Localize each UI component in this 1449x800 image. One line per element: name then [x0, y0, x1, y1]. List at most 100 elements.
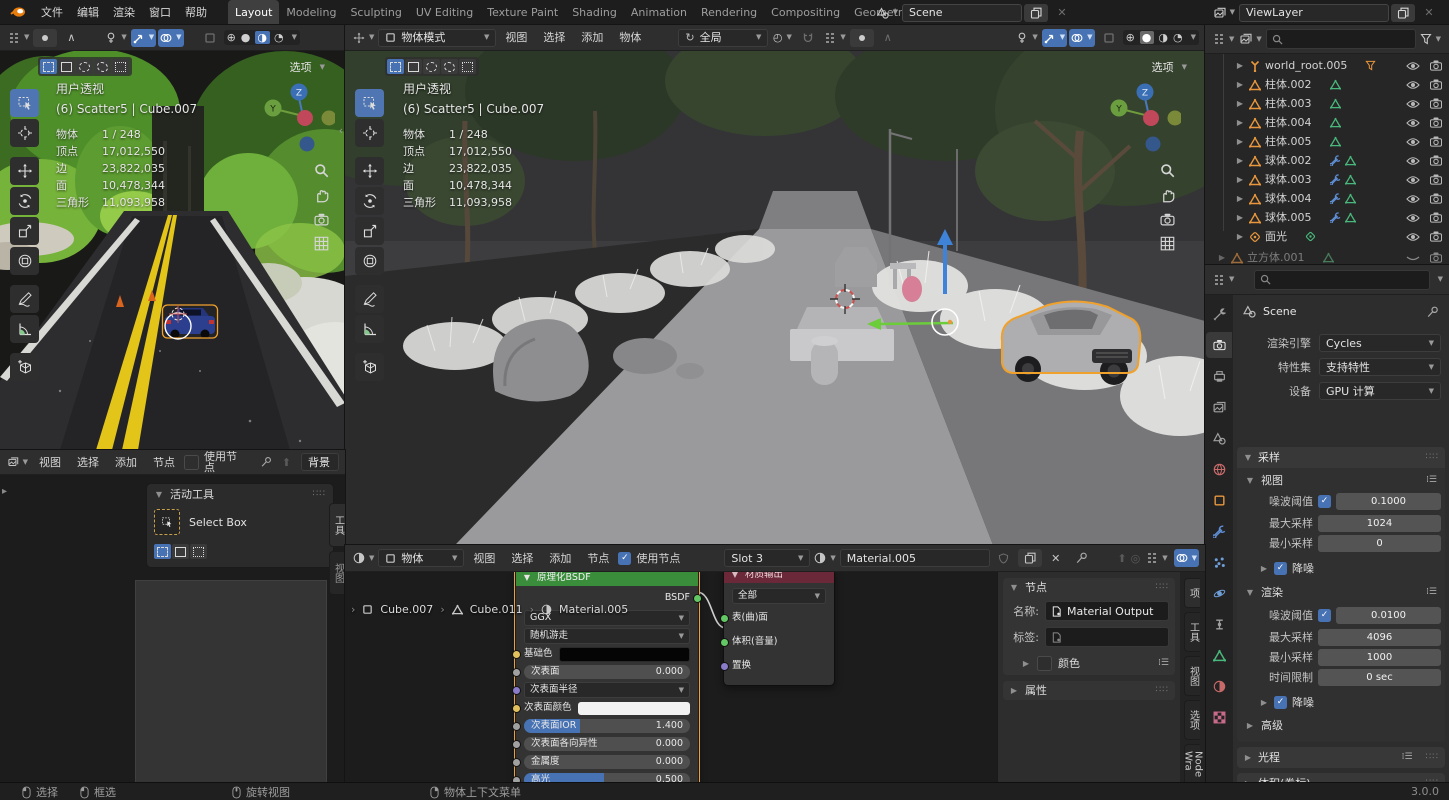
shading-wireframe-icon[interactable]: ⊕	[1126, 32, 1136, 43]
tab-output[interactable]	[1206, 363, 1232, 389]
material-output-node[interactable]: ▼ 材质输出 全部 ▼ 表(曲)面 体积(音量) 置换	[720, 572, 835, 686]
shading-material-icon[interactable]: ◑	[1158, 32, 1169, 43]
viewlayer-delete-icon[interactable]: ✕	[1417, 4, 1441, 22]
select-box-tool-icon[interactable]	[154, 509, 180, 535]
snap-target-icon[interactable]: ▼	[6, 29, 31, 47]
tab-object-data[interactable]	[1206, 642, 1232, 668]
render-noise-checkbox[interactable]: ✓	[1318, 609, 1331, 622]
use-nodes-checkbox[interactable]: ✓	[618, 551, 632, 565]
npanel-tab-view[interactable]: 视图	[1184, 656, 1200, 696]
feature-set-dropdown[interactable]: 支持特性 ▼	[1319, 358, 1441, 376]
render-denoise-checkbox[interactable]: ✓	[1274, 696, 1287, 709]
shader-editor-type-icon[interactable]: ▼	[351, 549, 376, 567]
select-tweak-button[interactable]	[387, 59, 404, 74]
selectability-icon[interactable]: ▼	[1014, 29, 1039, 47]
sss-color-swatch[interactable]	[577, 701, 690, 715]
tab-shading[interactable]: Shading	[565, 4, 624, 21]
snap-with-icon[interactable]: ▼	[822, 29, 847, 47]
proportional-icon[interactable]: ◎	[1131, 553, 1141, 564]
tool-measure[interactable]	[355, 315, 384, 343]
pin-icon[interactable]	[1427, 306, 1439, 318]
mode-set-button[interactable]	[154, 544, 171, 559]
tab-world[interactable]	[1206, 456, 1232, 482]
tool-transform[interactable]	[355, 247, 384, 275]
color-expand-icon[interactable]: ▶	[1021, 659, 1031, 668]
light-paths-panel-header[interactable]: ▶ 光程 ⁞☰ ∷∷	[1237, 747, 1445, 768]
select-lasso-button[interactable]	[441, 59, 458, 74]
attributes-panel-header[interactable]: ▶ 属性 ∷∷	[1003, 681, 1175, 700]
tool-cursor[interactable]	[10, 119, 39, 147]
npanel-tab-item[interactable]: 项	[1184, 578, 1200, 608]
render-noise-value[interactable]: 0.0100	[1336, 607, 1441, 624]
menu-select[interactable]: 选择	[504, 550, 540, 567]
snap-icon[interactable]: ▼	[1144, 549, 1169, 567]
parent-node-tree-icon[interactable]: ⬆	[282, 457, 291, 468]
scene-name-field[interactable]: Scene	[902, 3, 1022, 22]
mode-subtract-button[interactable]	[190, 544, 207, 559]
outliner-row-cylinder[interactable]: ▶ 柱体.004	[1205, 113, 1449, 132]
tab-modeling[interactable]: Modeling	[279, 4, 343, 21]
viewport-noise-value[interactable]: 0.1000	[1336, 493, 1441, 510]
gizmos-icon[interactable]: ▼	[130, 28, 157, 47]
menu-add[interactable]: 添加	[542, 550, 578, 567]
sampling-panel-header[interactable]: ▼ 采样 ∷∷	[1237, 447, 1445, 468]
proportional-falloff-icon[interactable]: ∧	[59, 29, 83, 47]
zoom-icon[interactable]	[1160, 163, 1175, 178]
menu-select[interactable]: 选择	[536, 29, 572, 46]
tool-cursor[interactable]	[355, 119, 384, 147]
tab-scene[interactable]	[1206, 425, 1232, 451]
select-tweak-button[interactable]	[40, 59, 57, 74]
npanel-tab-options[interactable]: 选项	[1184, 700, 1200, 740]
mode-dropdown[interactable]: 物体模式 ▼	[378, 28, 497, 47]
viewport-main-options[interactable]: 选项 ▼	[1146, 58, 1193, 76]
viewport-denoise-checkbox[interactable]: ✓	[1274, 562, 1287, 575]
overlays-icon[interactable]: ▼	[158, 28, 184, 47]
gizmos-icon[interactable]: ▼	[1041, 28, 1068, 47]
tab-layout[interactable]: Layout	[228, 0, 280, 25]
sss-anisotropy-slider[interactable]: 次表面各向异性 0.000	[524, 737, 690, 751]
tab-physics[interactable]	[1206, 580, 1232, 606]
nav-gizmo[interactable]: Z Y	[1105, 80, 1181, 156]
menu-add[interactable]: 添加	[108, 454, 144, 471]
node-label-field[interactable]	[1045, 627, 1169, 647]
sss-radius-dropdown[interactable]: 次表面半径 ▼	[524, 682, 690, 698]
render-min-samples[interactable]: 1000	[1318, 649, 1441, 666]
scene-new-icon[interactable]	[1024, 3, 1048, 22]
tool-rotate[interactable]	[10, 187, 39, 215]
pin-icon[interactable]	[1076, 552, 1088, 564]
menu-node[interactable]: 节点	[580, 550, 616, 567]
overlays-icon[interactable]: ▼	[1173, 549, 1199, 567]
device-dropdown[interactable]: GPU 计算 ▼	[1319, 382, 1441, 400]
time-limit-value[interactable]: 0 sec	[1318, 669, 1441, 686]
tab-rendering[interactable]: Rendering	[694, 4, 764, 21]
camera-view-icon[interactable]	[1160, 213, 1175, 226]
select-box-button[interactable]	[405, 59, 422, 74]
hide-eye-icon[interactable]	[1406, 61, 1420, 71]
menu-view[interactable]: 视图	[466, 550, 502, 567]
preset-list-icon[interactable]: ⁞☰	[1426, 588, 1437, 597]
tool-scale[interactable]	[10, 217, 39, 245]
outliner-search-input[interactable]	[1265, 29, 1416, 49]
tool-scale[interactable]	[355, 217, 384, 245]
menu-window[interactable]: 窗口	[142, 4, 178, 21]
bsdf-output-socket[interactable]	[693, 594, 702, 603]
tab-render[interactable]	[1206, 332, 1232, 358]
outliner-row-sphere[interactable]: ▶ 球体.004	[1205, 189, 1449, 208]
render-engine-dropdown[interactable]: Cycles ▼	[1319, 334, 1441, 352]
scene-browse-icon[interactable]: ▼	[875, 4, 900, 22]
pin-icon[interactable]	[261, 456, 272, 468]
menu-object[interactable]: 物体	[612, 29, 648, 46]
compositor-tab-tool[interactable]: 工具	[329, 503, 345, 547]
specular-slider[interactable]: 高光 0.500	[524, 773, 690, 782]
slot-dropdown[interactable]: Slot 3 ▼	[724, 549, 811, 567]
tab-texture[interactable]	[1206, 704, 1232, 730]
shading-rendered-icon[interactable]: ◔	[274, 32, 285, 43]
menu-file[interactable]: 文件	[34, 4, 70, 21]
viewport-sampling-subheader[interactable]: ▼ 视图 ⁞☰	[1241, 472, 1441, 489]
camera-view-icon[interactable]	[314, 213, 329, 226]
tool-rotate[interactable]	[355, 187, 384, 215]
base-color-swatch[interactable]	[558, 646, 690, 662]
editor-type-icon[interactable]: ▼	[351, 29, 376, 47]
node-name-field[interactable]: Material Output	[1045, 601, 1169, 621]
npanel-tab-tool[interactable]: 工具	[1184, 612, 1200, 652]
